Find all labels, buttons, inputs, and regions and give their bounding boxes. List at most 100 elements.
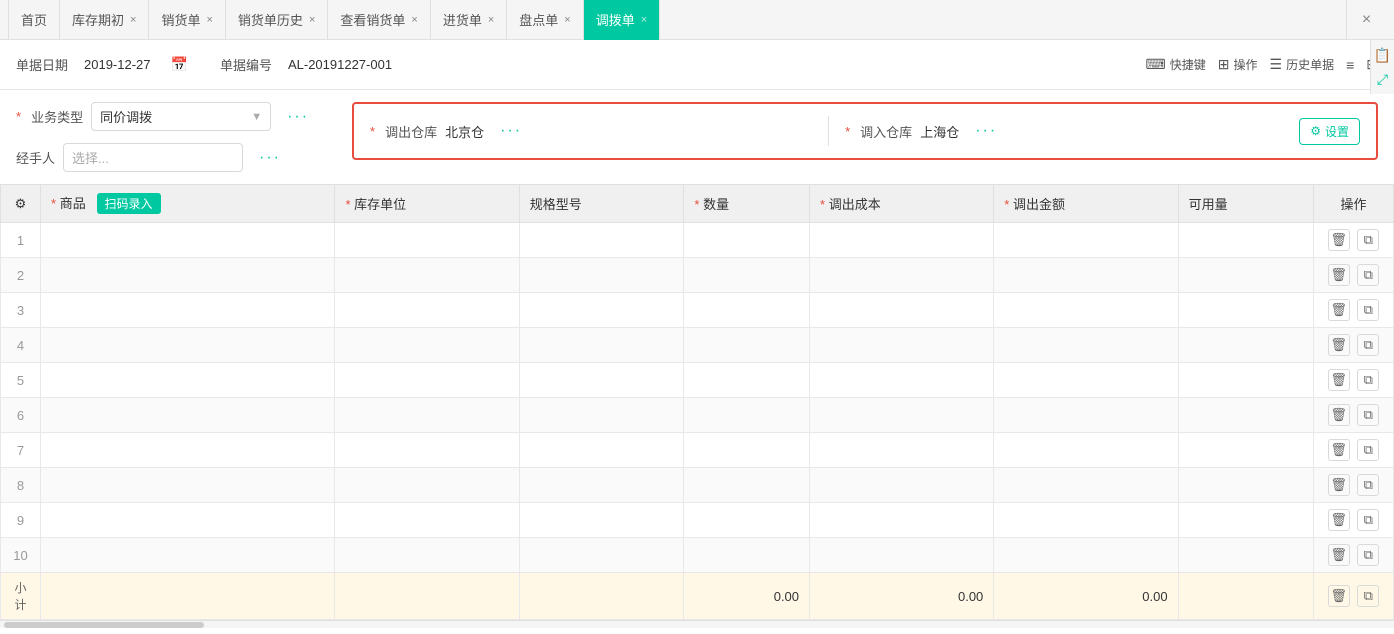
tab-sales-order[interactable]: 销货单 ×	[149, 0, 225, 40]
row-3-amount[interactable]	[994, 293, 1178, 328]
row-5-delete-icon[interactable]: 🗑	[1328, 369, 1350, 391]
row-4-amount[interactable]	[994, 328, 1178, 363]
row-1-copy-icon[interactable]: ⧉	[1357, 229, 1379, 251]
sidebar-note-icon[interactable]: 📋	[1372, 44, 1394, 66]
row-8-spec[interactable]	[519, 468, 684, 503]
business-type-more[interactable]: ···	[287, 108, 309, 126]
row-11-unit[interactable]	[335, 573, 519, 620]
row-5-cost[interactable]	[810, 363, 994, 398]
row-2-copy-icon[interactable]: ⧉	[1357, 264, 1379, 286]
row-7-copy-icon[interactable]: ⧉	[1357, 439, 1379, 461]
row-4-cost[interactable]	[810, 328, 994, 363]
row-3-delete-icon[interactable]: 🗑	[1328, 299, 1350, 321]
handler-more[interactable]: ···	[259, 149, 281, 167]
row-1-spec[interactable]	[519, 223, 684, 258]
row-2-spec[interactable]	[519, 258, 684, 293]
row-4-unit[interactable]	[335, 328, 519, 363]
row-6-cost[interactable]	[810, 398, 994, 433]
business-type-select[interactable]: 同价调拨 ▼	[91, 102, 271, 131]
window-close-button[interactable]: ×	[1346, 0, 1386, 40]
transfer-out-more[interactable]: ···	[500, 122, 522, 140]
row-6-spec[interactable]	[519, 398, 684, 433]
row-9-unit[interactable]	[335, 503, 519, 538]
tab-sales-history[interactable]: 销货单历史 ×	[226, 0, 328, 40]
tab-purchase-close[interactable]: ×	[488, 14, 494, 26]
row-8-product[interactable]	[41, 468, 335, 503]
scroll-bar-area[interactable]	[0, 620, 1394, 628]
row-11-copy-icon[interactable]: ⧉	[1357, 585, 1379, 607]
row-11-spec[interactable]	[519, 573, 684, 620]
row-8-qty[interactable]	[684, 468, 810, 503]
row-8-unit[interactable]	[335, 468, 519, 503]
row-10-product[interactable]	[41, 538, 335, 573]
row-10-spec[interactable]	[519, 538, 684, 573]
row-6-product[interactable]	[41, 398, 335, 433]
row-5-spec[interactable]	[519, 363, 684, 398]
row-7-spec[interactable]	[519, 433, 684, 468]
row-1-unit[interactable]	[335, 223, 519, 258]
transfer-in-value[interactable]: 上海仓	[920, 122, 959, 141]
row-5-amount[interactable]	[994, 363, 1178, 398]
tab-sales-order-close[interactable]: ×	[206, 14, 212, 26]
row-7-cost[interactable]	[810, 433, 994, 468]
row-5-unit[interactable]	[335, 363, 519, 398]
row-6-delete-icon[interactable]: 🗑	[1328, 404, 1350, 426]
row-4-qty[interactable]	[684, 328, 810, 363]
tab-home[interactable]: 首页	[8, 0, 60, 40]
row-9-cost[interactable]	[810, 503, 994, 538]
row-9-spec[interactable]	[519, 503, 684, 538]
row-3-cost[interactable]	[810, 293, 994, 328]
row-7-amount[interactable]	[994, 433, 1178, 468]
row-10-amount[interactable]	[994, 538, 1178, 573]
tab-inventory-init-close[interactable]: ×	[130, 14, 136, 26]
row-11-product[interactable]	[41, 573, 335, 620]
row-3-product[interactable]	[41, 293, 335, 328]
row-10-cost[interactable]	[810, 538, 994, 573]
tab-inventory-check[interactable]: 盘点单 ×	[507, 0, 583, 40]
tab-sales-history-close[interactable]: ×	[309, 14, 315, 26]
row-7-product[interactable]	[41, 433, 335, 468]
row-5-product[interactable]	[41, 363, 335, 398]
row-10-qty[interactable]	[684, 538, 810, 573]
row-2-qty[interactable]	[684, 258, 810, 293]
row-1-amount[interactable]	[994, 223, 1178, 258]
row-5-qty[interactable]	[684, 363, 810, 398]
row-3-unit[interactable]	[335, 293, 519, 328]
sidebar-expand-icon[interactable]: ⤢	[1372, 68, 1394, 90]
row-1-delete-icon[interactable]: 🗑	[1328, 229, 1350, 251]
transfer-in-more[interactable]: ···	[975, 122, 997, 140]
row-9-qty[interactable]	[684, 503, 810, 538]
row-11-delete-icon[interactable]: 🗑	[1328, 585, 1350, 607]
row-10-copy-icon[interactable]: ⧉	[1357, 544, 1379, 566]
operations-button[interactable]: ⊞ 操作	[1218, 56, 1258, 73]
scroll-thumb[interactable]	[4, 622, 204, 628]
row-1-qty[interactable]	[684, 223, 810, 258]
row-7-unit[interactable]	[335, 433, 519, 468]
row-5-copy-icon[interactable]: ⧉	[1357, 369, 1379, 391]
row-2-delete-icon[interactable]: 🗑	[1328, 264, 1350, 286]
list-view-button[interactable]: ≡	[1346, 57, 1354, 73]
tab-transfer-close[interactable]: ×	[641, 14, 647, 26]
row-9-delete-icon[interactable]: 🗑	[1328, 509, 1350, 531]
row-8-delete-icon[interactable]: 🗑	[1328, 474, 1350, 496]
transfer-out-value[interactable]: 北京仓	[445, 122, 484, 141]
row-2-amount[interactable]	[994, 258, 1178, 293]
calendar-icon[interactable]: 📅	[171, 56, 188, 73]
tab-transfer[interactable]: 调拨单 ×	[584, 0, 660, 40]
row-2-product[interactable]	[41, 258, 335, 293]
row-8-amount[interactable]	[994, 468, 1178, 503]
tab-view-sales-close[interactable]: ×	[411, 14, 417, 26]
row-8-cost[interactable]	[810, 468, 994, 503]
row-1-product[interactable]	[41, 223, 335, 258]
row-3-qty[interactable]	[684, 293, 810, 328]
row-10-unit[interactable]	[335, 538, 519, 573]
tab-purchase[interactable]: 进货单 ×	[431, 0, 507, 40]
row-6-amount[interactable]	[994, 398, 1178, 433]
tab-inventory-check-close[interactable]: ×	[564, 14, 570, 26]
row-9-product[interactable]	[41, 503, 335, 538]
row-9-amount[interactable]	[994, 503, 1178, 538]
row-2-cost[interactable]	[810, 258, 994, 293]
shortcuts-button[interactable]: ⌨ 快捷键	[1146, 56, 1206, 73]
row-3-copy-icon[interactable]: ⧉	[1357, 299, 1379, 321]
row-7-qty[interactable]	[684, 433, 810, 468]
